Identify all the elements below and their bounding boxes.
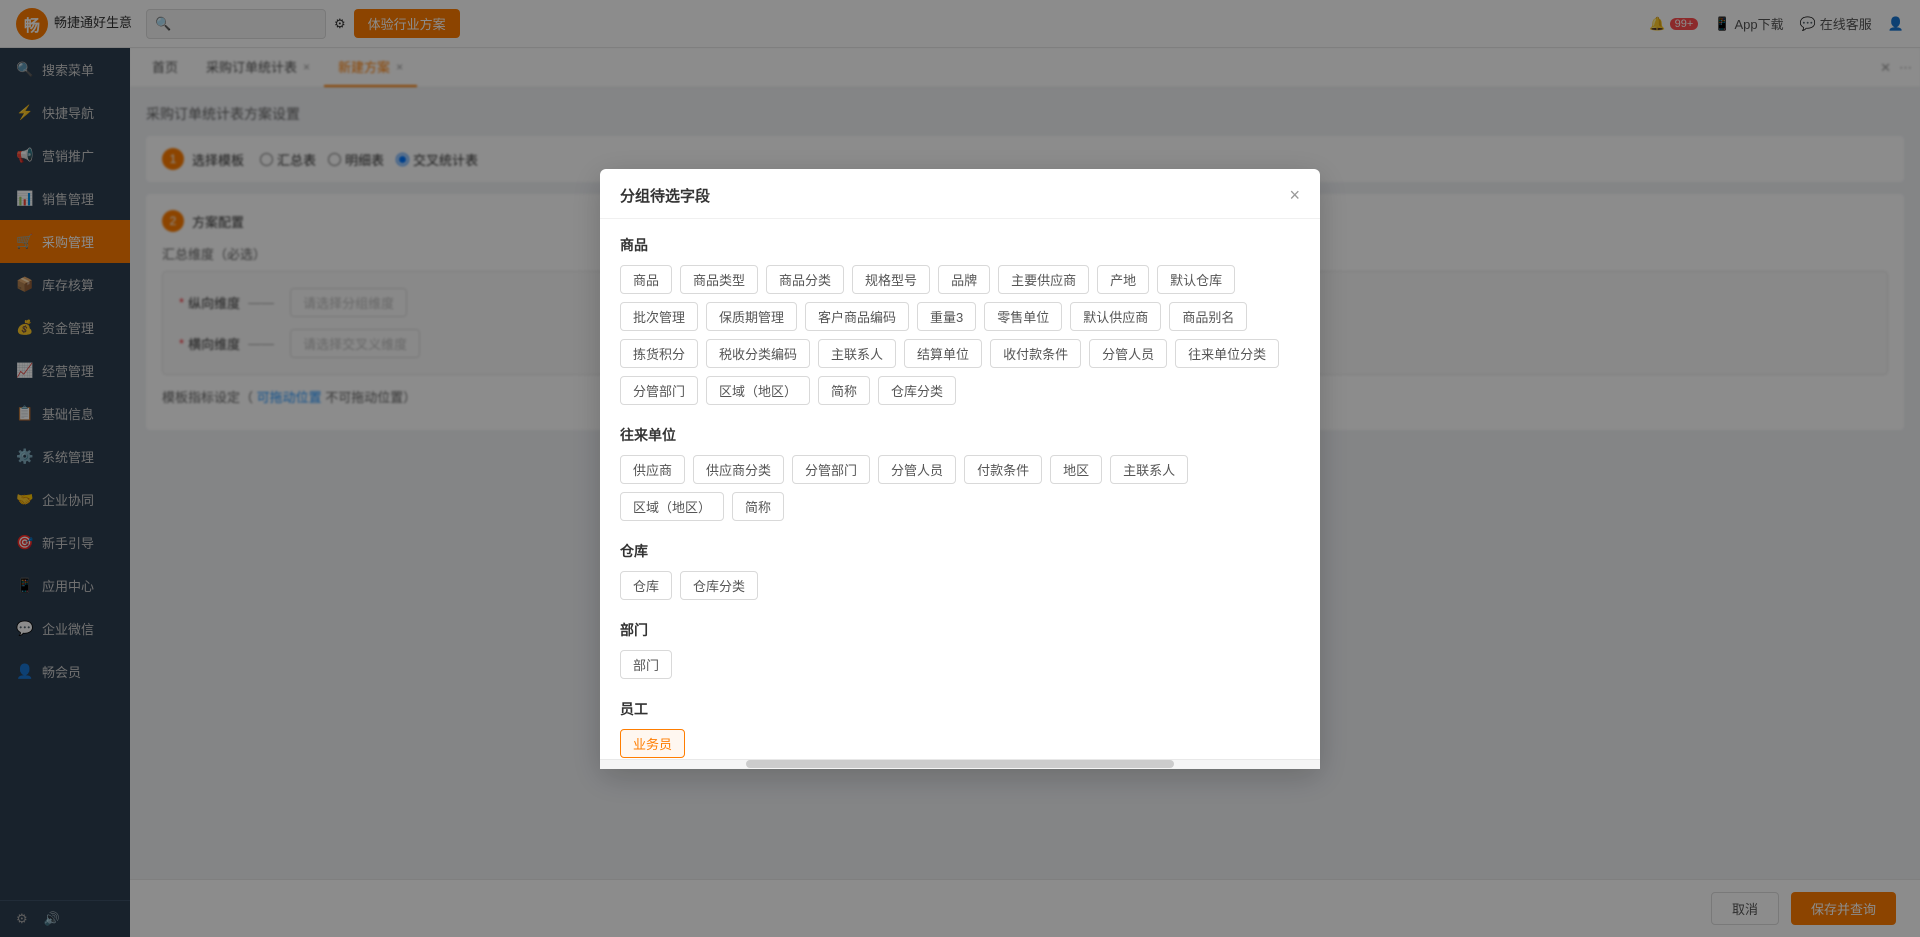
employee-field-tags: 业务员 xyxy=(620,729,1300,758)
field-tag-p13[interactable]: 零售单位 xyxy=(984,302,1062,331)
modal-hscroll-thumb xyxy=(746,760,1173,768)
field-tag-pa2[interactable]: 供应商分类 xyxy=(693,455,784,484)
field-tag-p3[interactable]: 商品分类 xyxy=(766,265,844,294)
department-field-tags: 部门 xyxy=(620,650,1300,679)
modal-close-button[interactable]: × xyxy=(1289,186,1300,204)
field-section-partner: 往来单位 供应商 供应商分类 分管部门 分管人员 付款条件 地区 主联系人 区域… xyxy=(620,425,1300,521)
field-section-product: 商品 商品 商品类型 商品分类 规格型号 品牌 主要供应商 产地 默认仓库 批次… xyxy=(620,235,1300,405)
field-tag-pa9[interactable]: 简称 xyxy=(732,492,784,521)
modal-title: 分组待选字段 xyxy=(620,185,710,206)
modal-overlay: 分组待选字段 × 商品 商品 商品类型 商品分类 规格型号 品牌 主要供应商 产… xyxy=(0,0,1920,937)
product-field-tags: 商品 商品类型 商品分类 规格型号 品牌 主要供应商 产地 默认仓库 批次管理 … xyxy=(620,265,1300,405)
field-tag-w2[interactable]: 仓库分类 xyxy=(680,571,758,600)
partner-field-tags: 供应商 供应商分类 分管部门 分管人员 付款条件 地区 主联系人 区域（地区） … xyxy=(620,455,1300,521)
modal-header: 分组待选字段 × xyxy=(600,169,1320,219)
field-tag-pa5[interactable]: 付款条件 xyxy=(964,455,1042,484)
field-tag-p16[interactable]: 拣货积分 xyxy=(620,339,698,368)
field-tag-pa1[interactable]: 供应商 xyxy=(620,455,685,484)
field-tag-pa8[interactable]: 区域（地区） xyxy=(620,492,724,521)
field-tag-p1[interactable]: 商品 xyxy=(620,265,672,294)
warehouse-field-tags: 仓库 仓库分类 xyxy=(620,571,1300,600)
field-section-department: 部门 部门 xyxy=(620,620,1300,679)
field-tag-p11[interactable]: 客户商品编码 xyxy=(805,302,909,331)
field-tag-p23[interactable]: 分管部门 xyxy=(620,376,698,405)
field-tag-p20[interactable]: 收付款条件 xyxy=(990,339,1081,368)
modal-dialog: 分组待选字段 × 商品 商品 商品类型 商品分类 规格型号 品牌 主要供应商 产… xyxy=(600,169,1320,769)
field-tag-p14[interactable]: 默认供应商 xyxy=(1070,302,1161,331)
field-tag-p6[interactable]: 主要供应商 xyxy=(998,265,1089,294)
field-tag-p26[interactable]: 仓库分类 xyxy=(878,376,956,405)
modal-hscrollbar[interactable] xyxy=(600,759,1320,769)
field-tag-p4[interactable]: 规格型号 xyxy=(852,265,930,294)
field-tag-e1[interactable]: 业务员 xyxy=(620,729,685,758)
field-tag-p18[interactable]: 主联系人 xyxy=(818,339,896,368)
field-tag-p9[interactable]: 批次管理 xyxy=(620,302,698,331)
partner-section-title: 往来单位 xyxy=(620,425,1300,445)
field-tag-p7[interactable]: 产地 xyxy=(1097,265,1149,294)
field-tag-p10[interactable]: 保质期管理 xyxy=(706,302,797,331)
field-tag-p12[interactable]: 重量3 xyxy=(917,302,976,331)
employee-section-title: 员工 xyxy=(620,699,1300,719)
field-tag-p25[interactable]: 简称 xyxy=(818,376,870,405)
field-tag-p19[interactable]: 结算单位 xyxy=(904,339,982,368)
field-tag-pa6[interactable]: 地区 xyxy=(1050,455,1102,484)
field-tag-pa4[interactable]: 分管人员 xyxy=(878,455,956,484)
modal-body: 商品 商品 商品类型 商品分类 规格型号 品牌 主要供应商 产地 默认仓库 批次… xyxy=(600,219,1320,759)
field-tag-p2[interactable]: 商品类型 xyxy=(680,265,758,294)
field-tag-p8[interactable]: 默认仓库 xyxy=(1157,265,1235,294)
field-tag-p5[interactable]: 品牌 xyxy=(938,265,990,294)
field-tag-p17[interactable]: 税收分类编码 xyxy=(706,339,810,368)
product-section-title: 商品 xyxy=(620,235,1300,255)
field-tag-pa3[interactable]: 分管部门 xyxy=(792,455,870,484)
field-tag-p21[interactable]: 分管人员 xyxy=(1089,339,1167,368)
field-tag-pa7[interactable]: 主联系人 xyxy=(1110,455,1188,484)
warehouse-section-title: 仓库 xyxy=(620,541,1300,561)
field-tag-p24[interactable]: 区域（地区） xyxy=(706,376,810,405)
field-tag-p22[interactable]: 往来单位分类 xyxy=(1175,339,1279,368)
field-tag-w1[interactable]: 仓库 xyxy=(620,571,672,600)
field-tag-p15[interactable]: 商品别名 xyxy=(1169,302,1247,331)
department-section-title: 部门 xyxy=(620,620,1300,640)
field-section-employee: 员工 业务员 xyxy=(620,699,1300,758)
field-tag-d1[interactable]: 部门 xyxy=(620,650,672,679)
field-section-warehouse: 仓库 仓库 仓库分类 xyxy=(620,541,1300,600)
